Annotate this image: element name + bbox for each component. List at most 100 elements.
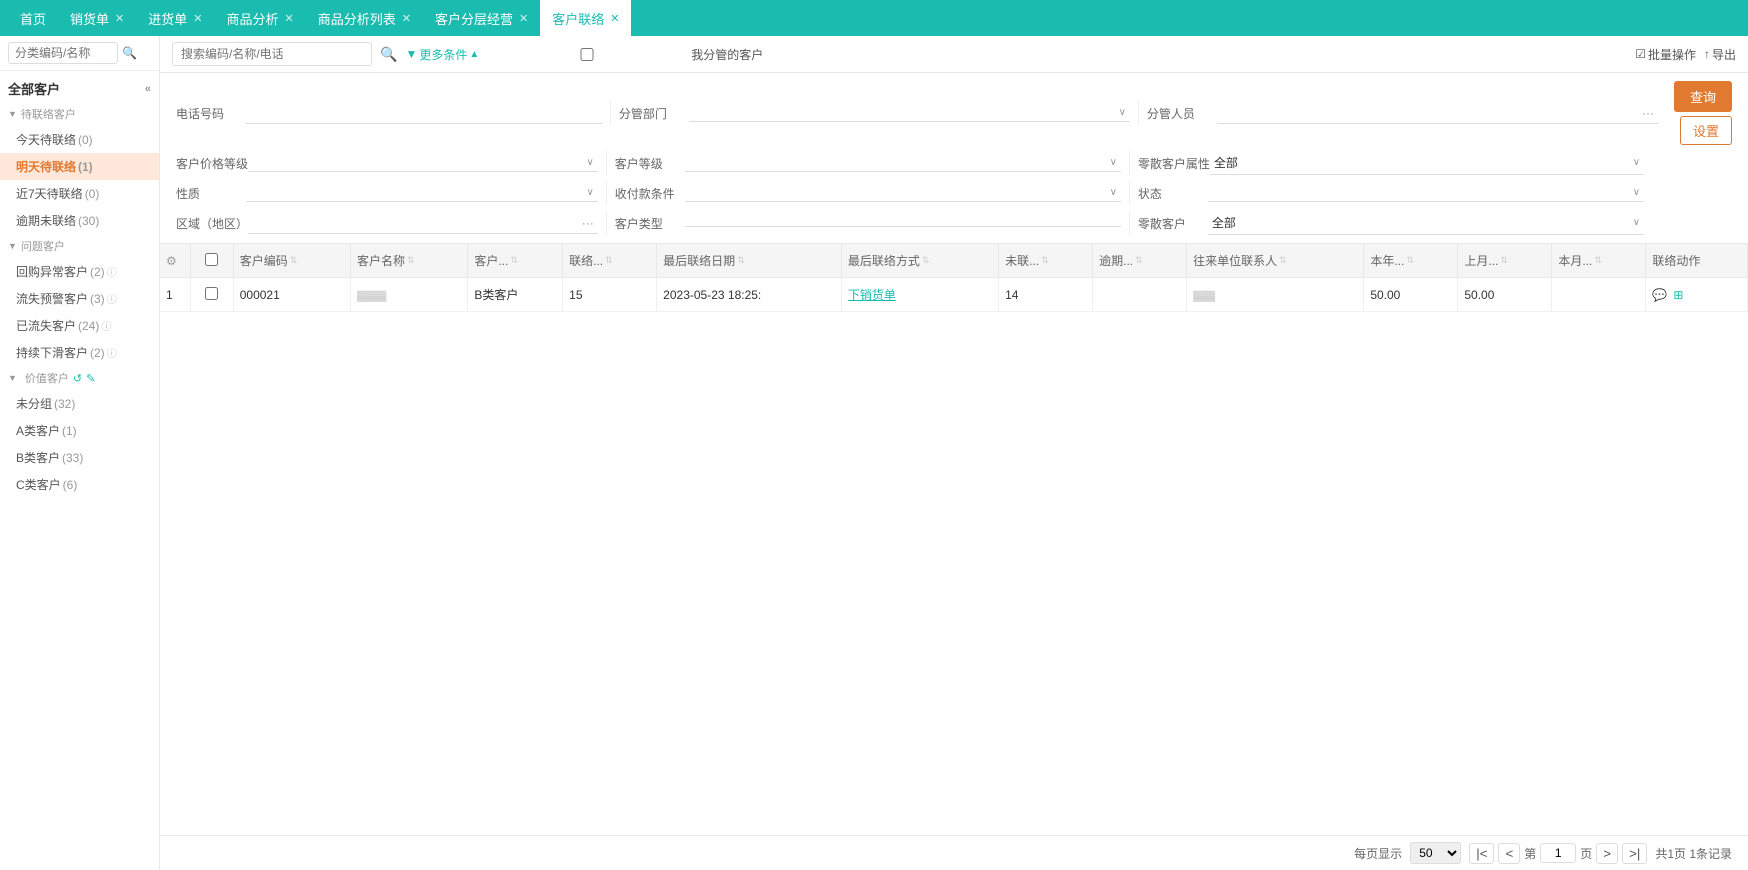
query-button[interactable]: 查询 <box>1674 81 1732 112</box>
col-contact-count[interactable]: 联络... <box>563 244 657 278</box>
close-icon[interactable]: ✕ <box>610 12 619 25</box>
select-all-checkbox[interactable] <box>205 253 218 266</box>
batch-op-icon: ☑ <box>1635 47 1646 61</box>
nav-goods-analysis-list[interactable]: 商品分析列表 ✕ <box>306 0 423 36</box>
sort-current-year[interactable]: 本年... <box>1370 252 1451 269</box>
export-icon: ↑ <box>1704 47 1710 61</box>
col-name[interactable]: 客户名称 <box>351 244 468 278</box>
region-select[interactable]: ··· <box>248 213 598 234</box>
filter-customer-grade: 客户等级 ∨ <box>615 154 1121 172</box>
sidebar-item-today[interactable]: 今天待联络(0) <box>0 126 159 153</box>
row-last-date: 2023-05-23 18:25: <box>657 278 842 312</box>
sort-uncontacted[interactable]: 未联... <box>1005 252 1086 269</box>
sidebar-item-overdue[interactable]: 逾期未联络(30) <box>0 207 159 234</box>
search-input[interactable] <box>172 42 372 66</box>
price-grade-select[interactable]: ∨ <box>248 154 598 172</box>
close-icon[interactable]: ✕ <box>285 12 294 25</box>
sort-company-contact[interactable]: 往来单位联系人 <box>1193 252 1357 269</box>
sidebar-item-class-c[interactable]: C类客户(6) <box>0 471 159 498</box>
status-select[interactable]: ∨ <box>1208 184 1644 202</box>
sidebar-item-7days[interactable]: 近7天待联络(0) <box>0 180 159 207</box>
nav-customer-tier[interactable]: 客户分层经营 ✕ <box>423 0 540 36</box>
page-number-input[interactable] <box>1540 843 1576 863</box>
col-action: 联络动作 <box>1646 244 1748 278</box>
sort-type[interactable]: 客户... <box>474 252 556 269</box>
filter-payment: 收付款条件 ∨ <box>615 184 1121 202</box>
nav-home[interactable]: 首页 <box>8 0 58 36</box>
sort-last-month[interactable]: 上月... <box>1464 252 1545 269</box>
batch-op-button[interactable]: ☑ 批量操作 <box>1635 46 1696 63</box>
nav-purchase[interactable]: 进货单 ✕ <box>136 0 214 36</box>
retail-select[interactable]: 全部 ∨ <box>1208 211 1644 235</box>
last-page-button[interactable]: >| <box>1622 843 1647 864</box>
refresh-icon[interactable]: ↺ <box>73 372 82 385</box>
sort-current-month[interactable]: 本月... <box>1558 252 1639 269</box>
sort-contact-count[interactable]: 联络... <box>569 252 650 269</box>
search-icon[interactable]: 🔍 <box>122 46 137 60</box>
nature-select[interactable]: ∨ <box>246 184 598 202</box>
sort-name[interactable]: 客户名称 <box>357 252 461 269</box>
sidebar-item-class-b[interactable]: B类客户(33) <box>0 444 159 471</box>
next-page-button[interactable]: > <box>1596 843 1618 864</box>
info-icon: ⓘ <box>107 264 117 279</box>
set-button[interactable]: 设置 <box>1680 116 1732 145</box>
col-uncontacted[interactable]: 未联... <box>999 244 1093 278</box>
more-filters-button[interactable]: ▼ 更多条件 ▲ <box>405 46 479 63</box>
nav-customer-contact[interactable]: 客户联络 ✕ <box>540 0 631 36</box>
sort-overdue[interactable]: 逾期... <box>1099 252 1180 269</box>
nav-sales[interactable]: 销货单 ✕ <box>58 0 136 36</box>
col-last-method[interactable]: 最后联络方式 <box>841 244 998 278</box>
col-current-month[interactable]: 本月... <box>1552 244 1646 278</box>
edit-icon[interactable]: ✎ <box>86 372 95 385</box>
last-method-link[interactable]: 下销货单 <box>848 288 896 302</box>
col-last-month[interactable]: 上月... <box>1458 244 1552 278</box>
page-size-select[interactable]: 10 20 50 100 <box>1410 842 1461 864</box>
sidebar-item-abnormal[interactable]: 回购异常客户(2) ⓘ <box>0 258 159 285</box>
first-page-button[interactable]: |< <box>1469 843 1494 864</box>
sort-last-method[interactable]: 最后联络方式 <box>848 252 992 269</box>
sidebar-item-declining[interactable]: 持续下滑客户(2) ⓘ <box>0 339 159 366</box>
phone-input[interactable] <box>246 103 602 124</box>
sidebar-item-ungrouped[interactable]: 未分组(32) <box>0 390 159 417</box>
col-type[interactable]: 客户... <box>468 244 563 278</box>
sidebar-item-lost[interactable]: 已流失客户(24) ⓘ <box>0 312 159 339</box>
row-last-method[interactable]: 下销货单 <box>841 278 998 312</box>
export-button[interactable]: ↑ 导出 <box>1704 46 1736 63</box>
sidebar-search-input[interactable] <box>8 42 118 64</box>
prev-page-button[interactable]: < <box>1498 843 1520 864</box>
filter-customer-type: 客户类型 <box>615 215 1121 232</box>
chat-icon[interactable]: 💬 <box>1652 288 1667 302</box>
gear-icon[interactable]: ⚙ <box>166 254 177 268</box>
my-customer-toggle[interactable]: 我分管的客户 <box>487 46 763 63</box>
close-icon[interactable]: ✕ <box>519 12 528 25</box>
col-overdue[interactable]: 逾期... <box>1093 244 1187 278</box>
row-last-month: 50.00 <box>1458 278 1552 312</box>
sidebar-item-class-a[interactable]: A类客户(1) <box>0 417 159 444</box>
sidebar-item-warning[interactable]: 流失预警客户(3) ⓘ <box>0 285 159 312</box>
grid-icon[interactable]: ⊞ <box>1673 288 1683 302</box>
col-current-year[interactable]: 本年... <box>1364 244 1458 278</box>
sidebar-item-tomorrow[interactable]: 明天待联络(1) <box>0 153 159 180</box>
dept-select[interactable]: ∨ <box>689 104 1130 122</box>
retail-attr-select[interactable]: 全部 ∨ <box>1210 151 1644 175</box>
content-area: 🔍 ▼ 更多条件 ▲ 我分管的客户 ☑ 批量操作 ↑ 导出 <box>160 36 1748 870</box>
close-icon[interactable]: ✕ <box>402 12 411 25</box>
col-company-contact[interactable]: 往来单位联系人 <box>1187 244 1364 278</box>
close-icon[interactable]: ✕ <box>115 12 124 25</box>
customer-grade-select[interactable]: ∨ <box>685 154 1121 172</box>
person-select[interactable]: ··· <box>1217 103 1658 124</box>
search-button[interactable]: 🔍 <box>380 46 397 63</box>
close-icon[interactable]: ✕ <box>193 12 202 25</box>
sort-code[interactable]: 客户编码 <box>240 252 344 269</box>
nav-goods-analysis[interactable]: 商品分析 ✕ <box>214 0 305 36</box>
col-code[interactable]: 客户编码 <box>233 244 350 278</box>
payment-select[interactable]: ∨ <box>685 184 1121 202</box>
row-company-contact: ▓▓▓ <box>1187 278 1364 312</box>
col-last-date[interactable]: 最后联络日期 <box>657 244 842 278</box>
customer-type-select[interactable] <box>685 220 1121 227</box>
sort-last-date[interactable]: 最后联络日期 <box>663 252 835 269</box>
row-checkbox[interactable] <box>205 287 218 300</box>
my-customer-checkbox[interactable] <box>487 48 687 61</box>
current-page-label: 第 <box>1524 845 1536 862</box>
sidebar-all-customers[interactable]: 全部客户 « <box>0 71 159 102</box>
